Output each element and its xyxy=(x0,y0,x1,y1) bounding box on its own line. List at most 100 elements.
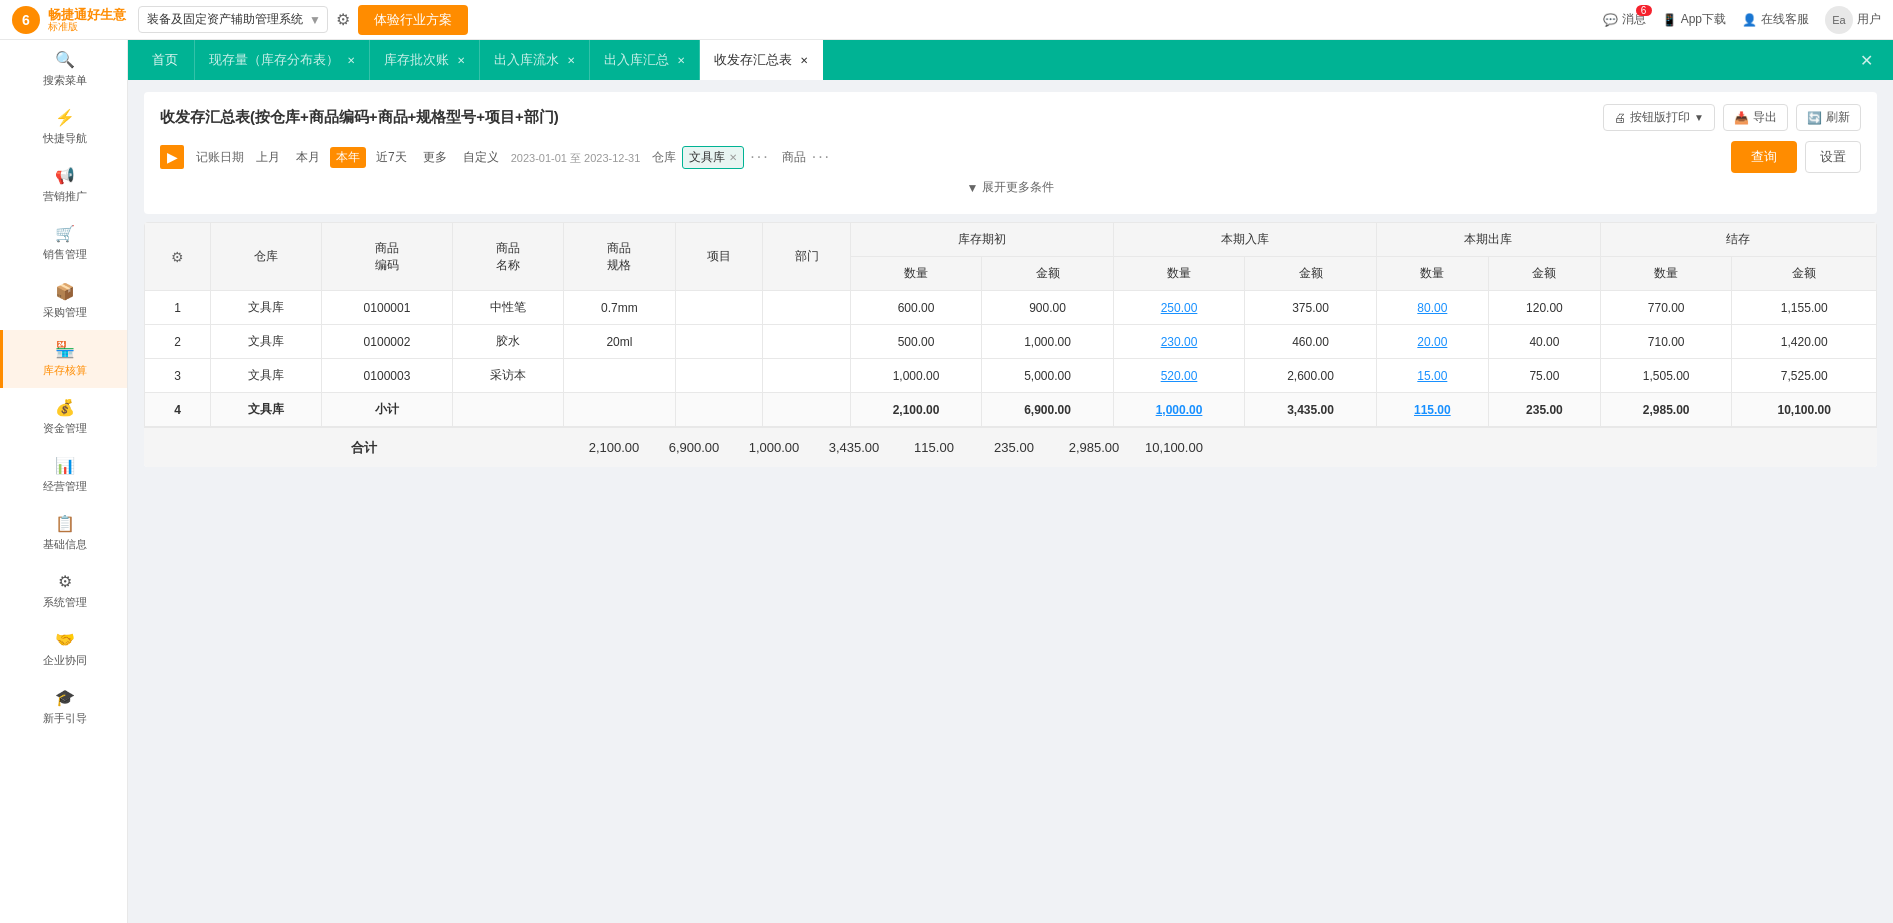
sidebar-item-finance[interactable]: 💰 资金管理 xyxy=(0,388,127,446)
cell-closing-amt: 1,155.00 xyxy=(1732,291,1877,325)
date-btn-this-month[interactable]: 本月 xyxy=(290,147,326,168)
experience-button[interactable]: 体验行业方案 xyxy=(358,5,468,35)
settings-button[interactable]: 设置 xyxy=(1805,141,1861,173)
guide-icon: 🎓 xyxy=(55,688,75,707)
out-qty-subtotal[interactable]: 115.00 xyxy=(1414,403,1451,417)
filter-expand-toggle[interactable]: ▶ xyxy=(160,145,184,169)
tab-close-5[interactable]: ✕ xyxy=(800,55,808,66)
warehouse-more-btn[interactable]: ··· xyxy=(750,148,769,166)
sidebar-item-search[interactable]: 🔍 搜索菜单 xyxy=(0,40,127,98)
warehouse-tag[interactable]: 文具库 ✕ xyxy=(682,146,744,169)
online-service-action[interactable]: 👤 在线客服 xyxy=(1742,11,1809,28)
query-button[interactable]: 查询 xyxy=(1731,141,1797,173)
th-goods-spec: 商品规格 xyxy=(563,223,675,291)
table-row: 2 文具库 0100002 胶水 20ml 500.00 1,000.00 23… xyxy=(145,325,1877,359)
sidebar-item-sales[interactable]: 🛒 销售管理 xyxy=(0,214,127,272)
tab-close-3[interactable]: ✕ xyxy=(567,55,575,66)
expand-more-btn[interactable]: ▼ 展开更多条件 xyxy=(160,173,1861,202)
warehouse-label: 仓库 xyxy=(652,149,676,166)
avatar: Ea xyxy=(1825,6,1853,34)
tab-close-2[interactable]: ✕ xyxy=(457,55,465,66)
tab-close-4[interactable]: ✕ xyxy=(677,55,685,66)
cell-opening-amt: 900.00 xyxy=(982,291,1114,325)
date-label: 记账日期 xyxy=(196,149,244,166)
export-icon: 📥 xyxy=(1734,111,1749,125)
date-btn-more[interactable]: 更多 xyxy=(417,147,453,168)
tab-0[interactable]: 首页 xyxy=(136,40,195,80)
footer-total-row: 合计 2,100.00 6,900.00 1,000.00 3,435.00 1… xyxy=(144,427,1877,467)
export-button[interactable]: 📥 导出 xyxy=(1723,104,1788,131)
out-qty-link-0[interactable]: 80.00 xyxy=(1417,301,1447,315)
service-icon: 👤 xyxy=(1742,13,1757,27)
in-qty-link-0[interactable]: 250.00 xyxy=(1161,301,1198,315)
cell-in-qty: 230.00 xyxy=(1113,325,1245,359)
in-qty-subtotal[interactable]: 1,000.00 xyxy=(1156,403,1203,417)
tab-5[interactable]: 收发存汇总表 ✕ xyxy=(700,40,823,80)
data-table-container: ⚙ 仓库 商品编码 商品名称 商品规格 项目 部门 库存期初 本期入库 本期出库 xyxy=(144,222,1877,467)
cell-in-qty: 250.00 xyxy=(1113,291,1245,325)
tab-2[interactable]: 库存批次账✕ xyxy=(370,40,480,80)
print-button[interactable]: 🖨 按钮版打印 ▼ xyxy=(1603,104,1715,131)
tab-1[interactable]: 现存量（库存分布表）✕ xyxy=(195,40,370,80)
cell-out-amt: 40.00 xyxy=(1488,325,1600,359)
print-icon: 🖨 xyxy=(1614,111,1626,125)
system-selector[interactable]: 装备及固定资产辅助管理系统 ▼ xyxy=(138,6,328,33)
cell-goods-spec xyxy=(563,359,675,393)
cell-out-qty: 80.00 xyxy=(1376,291,1488,325)
gear-icon[interactable]: ⚙ xyxy=(336,10,350,29)
app-download-action[interactable]: 📱 App下载 xyxy=(1662,11,1726,28)
footer-opening-qty: 2,100.00 xyxy=(574,440,654,455)
date-shortcuts: 上月 本月 本年 近7天 更多 自定义 xyxy=(250,147,505,168)
sidebar-label-inventory: 库存核算 xyxy=(43,363,87,378)
tab-bar-close[interactable]: ✕ xyxy=(1848,51,1885,70)
operations-icon: 📊 xyxy=(55,456,75,475)
date-btn-7days[interactable]: 近7天 xyxy=(370,147,413,168)
app-type: 标准版 xyxy=(48,22,126,32)
date-btn-custom[interactable]: 自定义 xyxy=(457,147,505,168)
user-action[interactable]: Ea 用户 xyxy=(1825,6,1881,34)
sidebar-item-basic-info[interactable]: 📋 基础信息 xyxy=(0,504,127,562)
out-qty-link-1[interactable]: 20.00 xyxy=(1417,335,1447,349)
cell-goods-name xyxy=(453,393,564,427)
goods-more-btn[interactable]: ··· xyxy=(812,148,831,166)
cell-closing-qty: 2,985.00 xyxy=(1600,393,1732,427)
refresh-button[interactable]: 🔄 刷新 xyxy=(1796,104,1861,131)
tab-close-1[interactable]: ✕ xyxy=(347,55,355,66)
cell-opening-qty: 2,100.00 xyxy=(850,393,982,427)
warehouse-tag-close[interactable]: ✕ xyxy=(729,152,737,163)
tab-label-5: 收发存汇总表 xyxy=(714,51,792,69)
sidebar-item-marketing[interactable]: 📢 营销推广 xyxy=(0,156,127,214)
sidebar-label-system: 系统管理 xyxy=(43,595,87,610)
date-btn-this-year[interactable]: 本年 xyxy=(330,147,366,168)
sidebar-item-operations[interactable]: 📊 经营管理 xyxy=(0,446,127,504)
column-settings-icon[interactable]: ⚙ xyxy=(171,249,184,265)
app-logo: 6 xyxy=(12,6,40,34)
tab-3[interactable]: 出入库流水✕ xyxy=(480,40,590,80)
sidebar-item-system[interactable]: ⚙ 系统管理 xyxy=(0,562,127,620)
sidebar-item-collab[interactable]: 🤝 企业协同 xyxy=(0,620,127,678)
sidebar-item-quick-nav[interactable]: ⚡ 快捷导航 xyxy=(0,98,127,156)
sidebar-label-guide: 新手引导 xyxy=(43,711,87,726)
sidebar-item-purchase[interactable]: 📦 采购管理 xyxy=(0,272,127,330)
th-goods-code: 商品编码 xyxy=(321,223,453,291)
in-qty-link-2[interactable]: 520.00 xyxy=(1161,369,1198,383)
cell-out-amt: 235.00 xyxy=(1488,393,1600,427)
app-name: 畅捷通好生意 xyxy=(48,7,126,23)
cell-opening-qty: 1,000.00 xyxy=(850,359,982,393)
message-action[interactable]: 💬 消息 6 xyxy=(1603,11,1646,28)
sidebar-item-inventory[interactable]: 🏪 库存核算 xyxy=(0,330,127,388)
date-btn-last-month[interactable]: 上月 xyxy=(250,147,286,168)
cell-warehouse: 文具库 xyxy=(211,393,322,427)
sales-icon: 🛒 xyxy=(55,224,75,243)
tab-4[interactable]: 出入库汇总✕ xyxy=(590,40,700,80)
th-in: 本期入库 xyxy=(1113,223,1376,257)
cell-opening-qty: 500.00 xyxy=(850,325,982,359)
cell-closing-qty: 1,505.00 xyxy=(1600,359,1732,393)
in-qty-link-1[interactable]: 230.00 xyxy=(1161,335,1198,349)
sidebar-item-guide[interactable]: 🎓 新手引导 xyxy=(0,678,127,736)
finance-icon: 💰 xyxy=(55,398,75,417)
cell-closing-amt: 1,420.00 xyxy=(1732,325,1877,359)
cell-goods-code: 小计 xyxy=(321,393,453,427)
out-qty-link-2[interactable]: 15.00 xyxy=(1417,369,1447,383)
message-icon: 💬 xyxy=(1603,13,1618,27)
